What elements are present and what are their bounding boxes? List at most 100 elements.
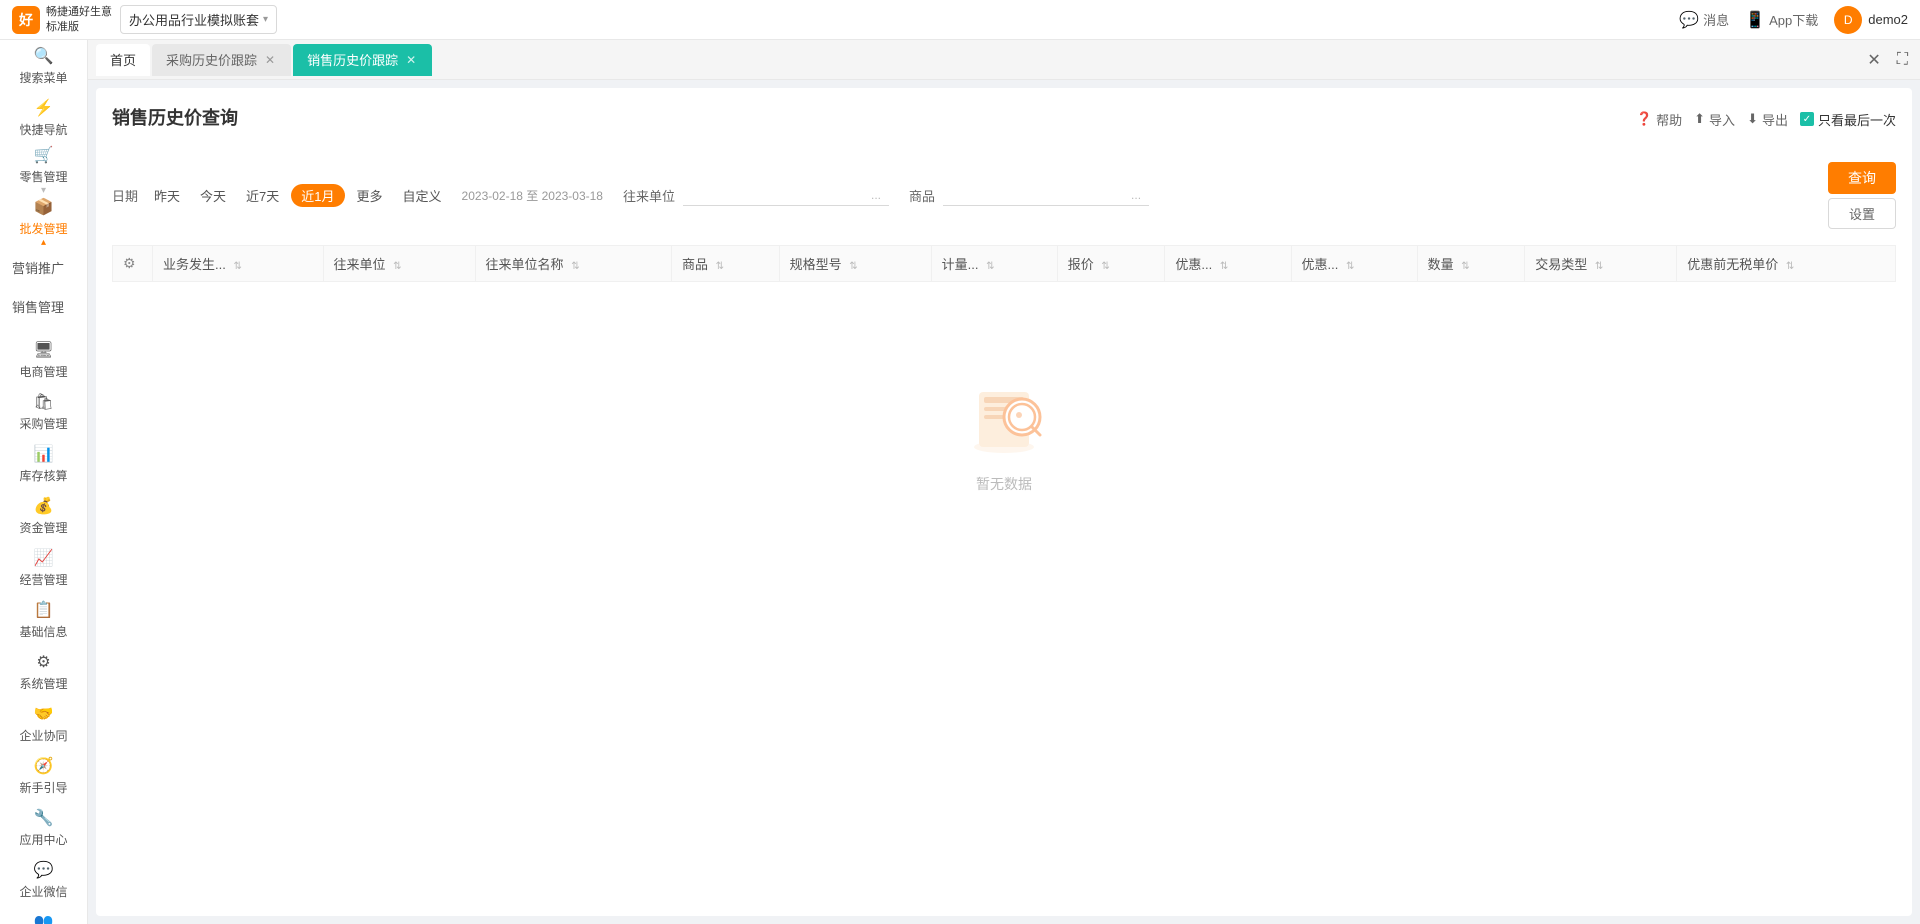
help-action[interactable]: ❓ 帮助 — [1636, 110, 1682, 129]
message-icon: 💬 — [1679, 10, 1699, 30]
ecommerce-icon: 🖥 — [33, 340, 53, 360]
query-button[interactable]: 查询 — [1828, 162, 1896, 194]
product-filter: 商品 ... — [909, 186, 1149, 206]
sidebar-item-app-center[interactable]: 🔧 应用中心 — [0, 802, 87, 854]
date-filter: 日期 昨天 今天 近7天 近1月 更多 自定义 2023-02-18 至 202… — [112, 184, 603, 207]
table-column-biz-date[interactable]: 业务发生... ⇅ — [153, 246, 324, 282]
table-column-product[interactable]: 商品 ⇅ — [671, 246, 779, 282]
sort-icon-discount1: ⇅ — [1220, 261, 1228, 272]
inventory-icon: 📊 — [34, 444, 54, 464]
table-header: ⚙ 业务发生... ⇅ 往来单位 ⇅ 往来单位名称 ⇅ — [113, 246, 1896, 282]
table-column-pre-tax-price[interactable]: 优惠前无税单价 ⇅ — [1677, 246, 1896, 282]
from-unit-input[interactable] — [687, 188, 867, 203]
message-action[interactable]: 💬 消息 — [1679, 10, 1729, 30]
capital-icon: 💰 — [34, 496, 54, 516]
table-column-trade-type[interactable]: 交易类型 ⇅ — [1525, 246, 1677, 282]
product-input[interactable] — [947, 188, 1127, 203]
only-last-checkbox[interactable]: ✓ 只看最后一次 — [1800, 110, 1896, 129]
sidebar-item-new-guide[interactable]: 🧭 新手引导 — [0, 750, 87, 802]
app-download-action[interactable]: 📱 App下载 — [1745, 10, 1818, 30]
table-column-spec[interactable]: 规格型号 ⇅ — [779, 246, 931, 282]
wholesale-icon: 📦 — [34, 197, 54, 217]
date-range-buttons: 昨天 今天 近7天 近1月 更多 自定义 — [146, 184, 450, 207]
import-action[interactable]: ⬆ 导入 — [1694, 110, 1735, 129]
sidebar-item-sales-mgmt[interactable]: 销售管理 — [0, 287, 87, 326]
page-content: 销售历史价查询 ❓ 帮助 ⬆ 导入 ⬇ 导出 ✓ — [96, 88, 1912, 916]
sidebar-item-marketing[interactable]: 营销推广 — [0, 248, 87, 287]
sidebar-item-member[interactable]: 👥 畅会员 — [0, 906, 87, 924]
member-icon: 👥 — [34, 912, 54, 924]
retail-icon: 🛒 — [34, 145, 54, 165]
collab-icon: 🤝 — [34, 704, 54, 724]
sidebar-item-operation-mgmt[interactable]: 📈 经营管理 — [0, 542, 87, 594]
app-center-icon: 🔧 — [34, 808, 54, 828]
tab-bar: 首页 采购历史价跟踪 ✕ 销售历史价跟踪 ✕ ✕ ⛶ — [88, 40, 1920, 80]
sidebar-item-quick-nav[interactable]: ⚡ 快捷导航 — [0, 92, 87, 144]
sidebar-item-enterprise-wechat[interactable]: 💬 企业微信 — [0, 854, 87, 906]
user-area[interactable]: D demo2 — [1834, 6, 1908, 34]
sidebar: 🔍 搜索菜单 ⚡ 快捷导航 🛒 零售管理 ▾ 📦 批发管理 ▴ 营销推广 销售管… — [0, 40, 88, 924]
sidebar-item-inventory-check[interactable]: 📊 库存核算 — [0, 438, 87, 490]
date-btn-more[interactable]: 更多 — [349, 184, 391, 207]
export-icon: ⬇ — [1747, 111, 1758, 127]
product-dots[interactable]: ... — [1127, 188, 1145, 202]
chevron-down-icon: ▾ — [263, 14, 268, 25]
header-left: 好 畅捷通好生意 标准版 办公用品行业模拟账套 ▾ — [12, 5, 277, 34]
sort-icon-product: ⇅ — [716, 261, 724, 272]
guide-icon: 🧭 — [34, 756, 54, 776]
table-column-quantity[interactable]: 数量 ⇅ — [1417, 246, 1525, 282]
from-unit-label: 往来单位 — [623, 186, 675, 205]
filter-row: 日期 昨天 今天 近7天 近1月 更多 自定义 2023-02-18 至 202… — [112, 162, 1896, 229]
sidebar-item-search-menu[interactable]: 🔍 搜索菜单 — [0, 40, 87, 92]
tab-close-all-icon[interactable]: ✕ — [1863, 46, 1884, 74]
tab-close-purchase-history[interactable]: ✕ — [263, 51, 277, 69]
sort-icon-trade-type: ⇅ — [1595, 261, 1603, 272]
sidebar-item-purchase-mgmt[interactable]: 🛍 采购管理 — [0, 386, 87, 438]
tab-maximize-icon[interactable]: ⛶ — [1893, 47, 1912, 73]
table-column-discount2[interactable]: 优惠... ⇅ — [1291, 246, 1417, 282]
app-selector[interactable]: 办公用品行业模拟账套 ▾ — [120, 5, 277, 34]
settings-button[interactable]: 设置 — [1828, 198, 1896, 229]
sidebar-item-basic-info[interactable]: 📋 基础信息 — [0, 594, 87, 646]
sort-icon-discount2: ⇅ — [1346, 261, 1354, 272]
date-label: 日期 — [112, 186, 138, 205]
sidebar-item-retail-mgmt[interactable]: 🛒 零售管理 ▾ — [0, 144, 87, 196]
tab-sales-history[interactable]: 销售历史价跟踪 ✕ — [293, 44, 432, 76]
date-range-display: 2023-02-18 至 2023-03-18 — [462, 187, 603, 204]
help-icon: ❓ — [1636, 111, 1652, 127]
avatar: D — [1834, 6, 1862, 34]
product-label: 商品 — [909, 186, 935, 205]
sidebar-item-enterprise-collab[interactable]: 🤝 企业协同 — [0, 698, 87, 750]
sidebar-item-wholesale-mgmt[interactable]: 📦 批发管理 ▴ — [0, 196, 87, 248]
table-column-quote[interactable]: 报价 ⇅ — [1057, 246, 1165, 282]
import-icon: ⬆ — [1694, 111, 1705, 127]
sidebar-item-capital-mgmt[interactable]: 💰 资金管理 — [0, 490, 87, 542]
sort-icon-unit-code: ⇅ — [393, 261, 401, 272]
table-column-unit-name[interactable]: 往来单位名称 ⇅ — [475, 246, 671, 282]
export-action[interactable]: ⬇ 导出 — [1747, 110, 1788, 129]
sidebar-item-ecommerce-mgmt[interactable]: 🖥 电商管理 — [0, 334, 87, 386]
checkbox-checked-icon: ✓ — [1800, 112, 1814, 126]
tab-close-sales-history[interactable]: ✕ — [404, 51, 418, 69]
date-btn-yesterday[interactable]: 昨天 — [146, 184, 188, 207]
empty-text: 暂无数据 — [976, 474, 1032, 494]
page-toolbar: ❓ 帮助 ⬆ 导入 ⬇ 导出 ✓ 只看最后一次 — [1636, 110, 1896, 129]
tab-home[interactable]: 首页 — [96, 44, 150, 76]
date-btn-custom[interactable]: 自定义 — [395, 184, 450, 207]
date-btn-7days[interactable]: 近7天 — [238, 184, 287, 207]
table-column-settings: ⚙ — [113, 246, 153, 282]
table-column-unit-code[interactable]: 往来单位 ⇅ — [323, 246, 475, 282]
table-column-discount1[interactable]: 优惠... ⇅ — [1165, 246, 1291, 282]
tab-purchase-history[interactable]: 采购历史价跟踪 ✕ — [152, 44, 291, 76]
user-name[interactable]: demo2 — [1868, 12, 1908, 27]
date-btn-1month[interactable]: 近1月 — [291, 184, 344, 207]
logo-icon: 好 — [12, 6, 40, 34]
from-unit-dots[interactable]: ... — [867, 188, 885, 202]
table-column-unit[interactable]: 计量... ⇅ — [931, 246, 1057, 282]
phone-icon: 📱 — [1745, 10, 1765, 30]
date-btn-today[interactable]: 今天 — [192, 184, 234, 207]
sort-icon-biz-date: ⇅ — [233, 261, 241, 272]
sort-icon-unit: ⇅ — [986, 261, 994, 272]
sidebar-item-system-mgmt[interactable]: ⚙ 系统管理 — [0, 646, 87, 698]
table-gear-icon[interactable]: ⚙ — [123, 255, 136, 271]
